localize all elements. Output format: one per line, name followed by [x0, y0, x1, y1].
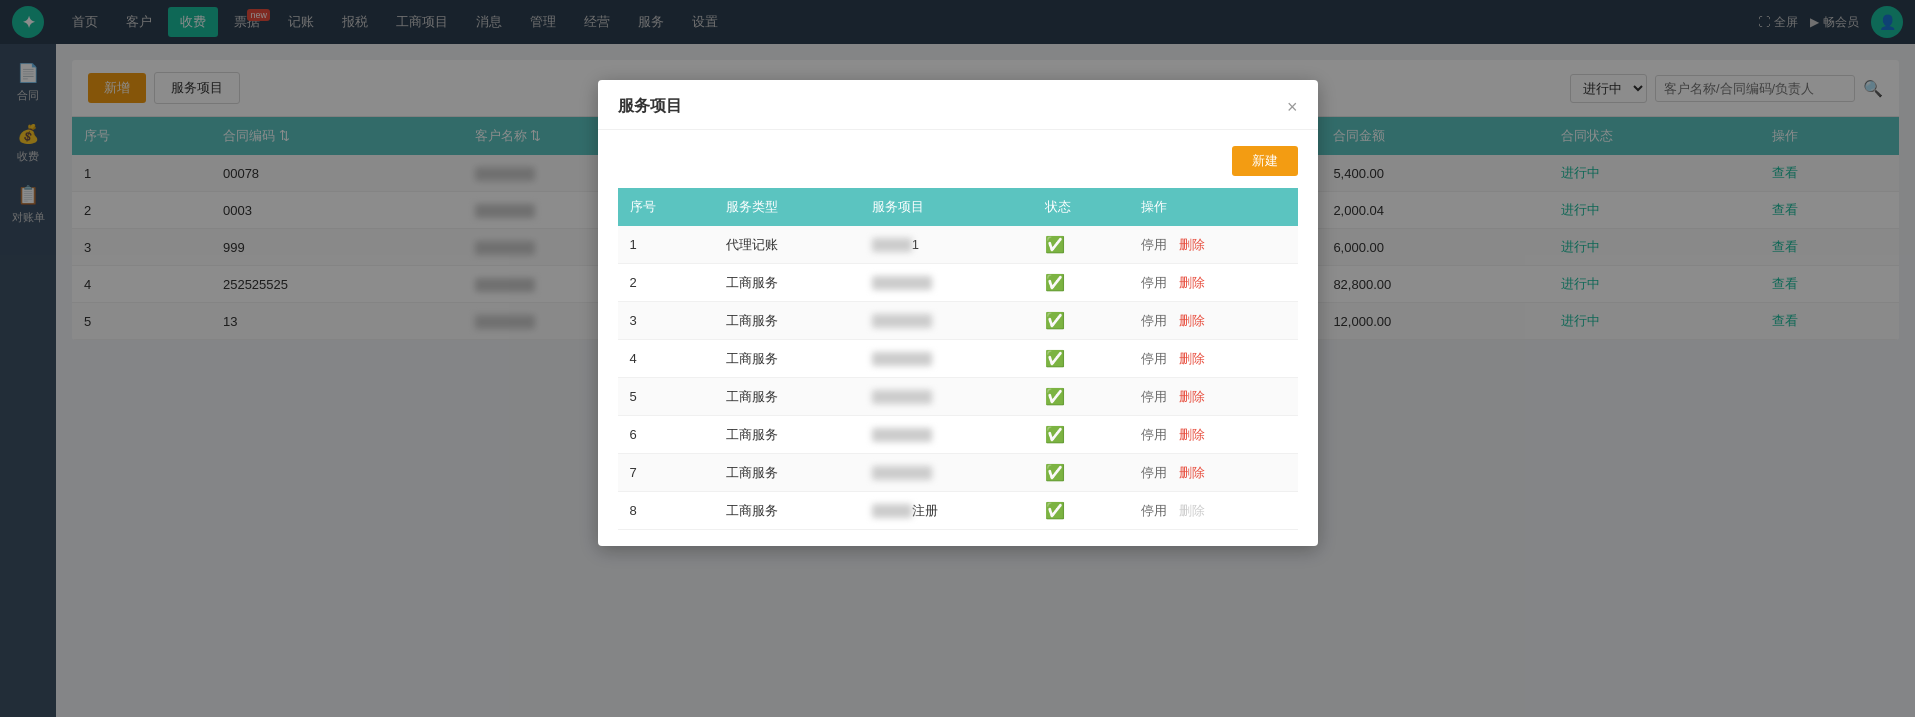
modal-table-scroll[interactable]: 序号 服务类型 服务项目 状态 操作 1 代理记账 1 ✅ 停用 删除 2 工商… [618, 188, 1298, 530]
modal-cell-status: ✅ [1033, 416, 1129, 454]
modal-table: 序号 服务类型 服务项目 状态 操作 1 代理记账 1 ✅ 停用 删除 2 工商… [618, 188, 1298, 530]
modal-new-button[interactable]: 新建 [1232, 146, 1298, 176]
modal-cell-item [860, 340, 1033, 378]
modal-cell-type: 工商服务 [714, 492, 860, 530]
modal-cell-item [860, 302, 1033, 340]
modal-cell-item [860, 416, 1033, 454]
modal-cell-seq: 7 [618, 454, 714, 492]
modal-cell-seq: 1 [618, 226, 714, 264]
modal-cell-action: 停用 删除 [1129, 340, 1298, 378]
modal-col-seq: 序号 [618, 188, 714, 226]
modal-cell-action: 停用 删除 [1129, 492, 1298, 530]
modal-close-button[interactable]: × [1287, 98, 1298, 116]
modal-cell-status: ✅ [1033, 226, 1129, 264]
delete-button[interactable]: 删除 [1179, 237, 1205, 252]
modal-cell-action: 停用 删除 [1129, 454, 1298, 492]
modal-title: 服务项目 [618, 96, 682, 117]
delete-button: 删除 [1179, 503, 1205, 518]
modal-cell-action: 停用 删除 [1129, 378, 1298, 416]
delete-button[interactable]: 删除 [1179, 275, 1205, 290]
modal-cell-type: 工商服务 [714, 340, 860, 378]
list-item: 1 代理记账 1 ✅ 停用 删除 [618, 226, 1298, 264]
modal-col-status: 状态 [1033, 188, 1129, 226]
modal-cell-action: 停用 删除 [1129, 302, 1298, 340]
list-item: 6 工商服务 ✅ 停用 删除 [618, 416, 1298, 454]
modal-cell-seq: 2 [618, 264, 714, 302]
modal-cell-status: ✅ [1033, 454, 1129, 492]
modal-cell-item: 注册 [860, 492, 1033, 530]
modal-body: 新建 序号 服务类型 服务项目 状态 操作 1 代理记账 1 ✅ [598, 130, 1318, 546]
delete-button[interactable]: 删除 [1179, 465, 1205, 480]
modal-cell-seq: 6 [618, 416, 714, 454]
modal-overlay[interactable]: 服务项目 × 新建 序号 服务类型 服务项目 状态 操作 [0, 0, 1915, 717]
stop-button[interactable]: 停用 [1141, 237, 1167, 252]
modal-cell-item: 1 [860, 226, 1033, 264]
modal-cell-status: ✅ [1033, 340, 1129, 378]
modal-cell-seq: 4 [618, 340, 714, 378]
list-item: 7 工商服务 ✅ 停用 删除 [618, 454, 1298, 492]
modal-cell-seq: 3 [618, 302, 714, 340]
service-modal: 服务项目 × 新建 序号 服务类型 服务项目 状态 操作 [598, 80, 1318, 546]
modal-cell-status: ✅ [1033, 302, 1129, 340]
modal-cell-item [860, 264, 1033, 302]
delete-button[interactable]: 删除 [1179, 313, 1205, 328]
delete-button[interactable]: 删除 [1179, 389, 1205, 404]
modal-toolbar: 新建 [618, 146, 1298, 176]
modal-cell-status: ✅ [1033, 492, 1129, 530]
delete-button[interactable]: 删除 [1179, 351, 1205, 366]
modal-col-item: 服务项目 [860, 188, 1033, 226]
list-item: 8 工商服务 注册 ✅ 停用 删除 [618, 492, 1298, 530]
stop-button[interactable]: 停用 [1141, 389, 1167, 404]
modal-cell-type: 工商服务 [714, 302, 860, 340]
modal-cell-action: 停用 删除 [1129, 226, 1298, 264]
modal-cell-status: ✅ [1033, 378, 1129, 416]
modal-header: 服务项目 × [598, 80, 1318, 130]
stop-button[interactable]: 停用 [1141, 313, 1167, 328]
modal-cell-action: 停用 删除 [1129, 264, 1298, 302]
stop-button[interactable]: 停用 [1141, 427, 1167, 442]
modal-cell-item [860, 378, 1033, 416]
modal-col-action: 操作 [1129, 188, 1298, 226]
modal-cell-type: 代理记账 [714, 226, 860, 264]
stop-button[interactable]: 停用 [1141, 503, 1167, 518]
modal-cell-status: ✅ [1033, 264, 1129, 302]
modal-col-type: 服务类型 [714, 188, 860, 226]
modal-cell-item [860, 454, 1033, 492]
list-item: 5 工商服务 ✅ 停用 删除 [618, 378, 1298, 416]
modal-cell-type: 工商服务 [714, 264, 860, 302]
list-item: 3 工商服务 ✅ 停用 删除 [618, 302, 1298, 340]
modal-cell-type: 工商服务 [714, 416, 860, 454]
modal-cell-seq: 8 [618, 492, 714, 530]
modal-cell-action: 停用 删除 [1129, 416, 1298, 454]
modal-cell-seq: 5 [618, 378, 714, 416]
stop-button[interactable]: 停用 [1141, 465, 1167, 480]
list-item: 2 工商服务 ✅ 停用 删除 [618, 264, 1298, 302]
modal-cell-type: 工商服务 [714, 378, 860, 416]
delete-button[interactable]: 删除 [1179, 427, 1205, 442]
modal-cell-type: 工商服务 [714, 454, 860, 492]
list-item: 4 工商服务 ✅ 停用 删除 [618, 340, 1298, 378]
stop-button[interactable]: 停用 [1141, 351, 1167, 366]
stop-button[interactable]: 停用 [1141, 275, 1167, 290]
